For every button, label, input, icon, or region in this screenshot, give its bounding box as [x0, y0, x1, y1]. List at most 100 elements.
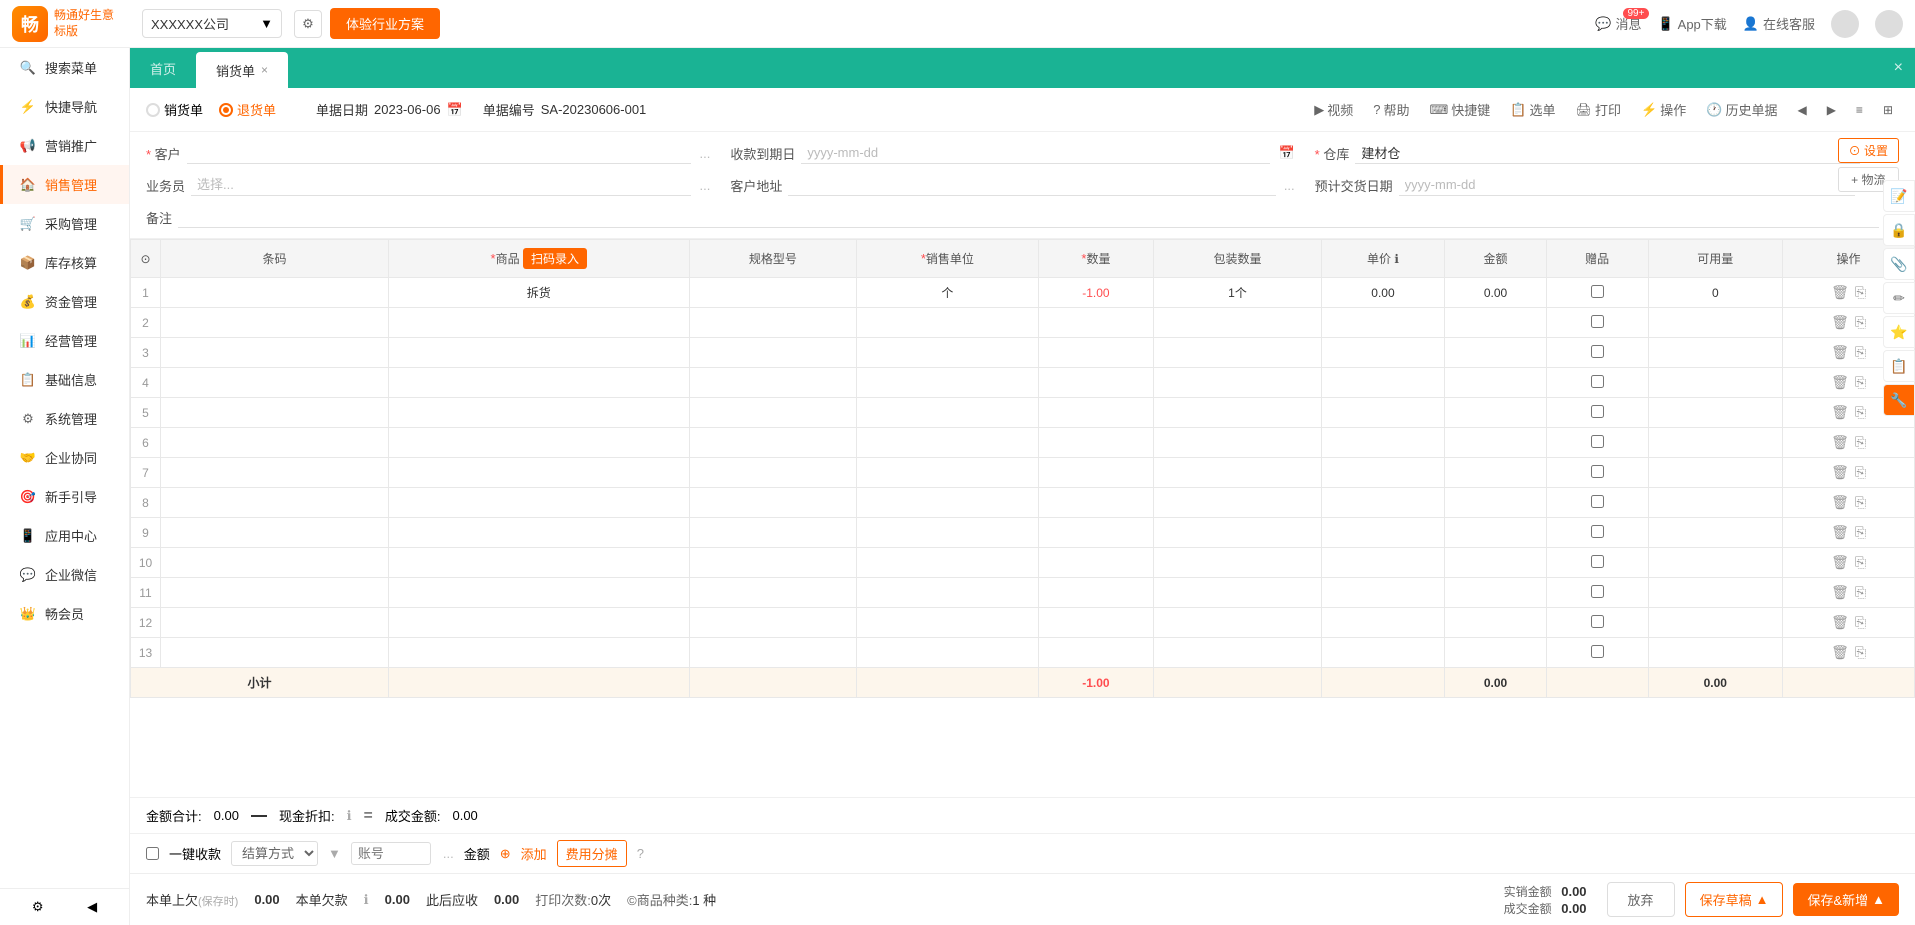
row-unit-price[interactable] [1321, 308, 1444, 338]
toolbar-history[interactable]: 🕐 历史单据 [1700, 98, 1783, 121]
toolbar-shortcut[interactable]: ⌨ 快捷键 [1424, 98, 1497, 121]
row-product[interactable] [388, 518, 689, 548]
row-gift[interactable] [1546, 488, 1648, 518]
row-spec[interactable] [689, 368, 857, 398]
row-copy-icon[interactable]: ⎘ [1855, 464, 1866, 481]
row-quantity[interactable] [1038, 608, 1154, 638]
row-barcode[interactable] [161, 368, 389, 398]
row-product[interactable] [388, 578, 689, 608]
sidebar-item-marketing[interactable]: 📢 营销推广 [0, 126, 129, 165]
sidebar-item-quicknav[interactable]: ⚡ 快捷导航 [0, 87, 129, 126]
row-spec[interactable] [689, 638, 857, 668]
row-product[interactable] [388, 368, 689, 398]
row-gift[interactable] [1546, 428, 1648, 458]
radio-sales[interactable]: 销货单 [146, 100, 203, 119]
row-delete-icon[interactable]: 🗑 [1831, 584, 1849, 601]
row-unit[interactable] [857, 458, 1039, 488]
row-unit-price[interactable] [1321, 368, 1444, 398]
th-settings[interactable]: ⊙ [131, 240, 161, 278]
row-gift[interactable] [1546, 518, 1648, 548]
avatar[interactable] [1831, 10, 1859, 38]
row-amount[interactable] [1445, 428, 1547, 458]
row-spec[interactable] [689, 398, 857, 428]
row-spec[interactable] [689, 578, 857, 608]
sidebar-item-system[interactable]: ⚙ 系统管理 [0, 399, 129, 438]
payment-due-calendar-icon[interactable]: 📅 [1278, 145, 1294, 161]
row-spec[interactable] [689, 458, 857, 488]
row-pkg-qty[interactable] [1154, 308, 1322, 338]
abandon-button[interactable]: 放弃 [1607, 882, 1675, 917]
row-gift[interactable] [1546, 398, 1648, 428]
row-amount[interactable] [1445, 578, 1547, 608]
row-gift[interactable] [1546, 308, 1648, 338]
tab-sales-order[interactable]: 销货单 × [196, 52, 288, 88]
row-unit[interactable] [857, 638, 1039, 668]
row-delete-icon[interactable]: 🗑 [1831, 524, 1849, 541]
add-label[interactable]: 添加 [521, 844, 547, 863]
trial-button[interactable]: 体验行业方案 [330, 8, 440, 39]
row-product[interactable] [388, 428, 689, 458]
sidebar-settings-icon[interactable]: ⚙ [32, 899, 44, 915]
row-spec[interactable] [689, 338, 857, 368]
row-product[interactable] [388, 608, 689, 638]
row-pkg-qty[interactable] [1154, 368, 1322, 398]
warehouse-input[interactable] [1355, 142, 1860, 164]
remarks-input[interactable] [178, 206, 1879, 228]
row-unit[interactable] [857, 608, 1039, 638]
calendar-icon[interactable]: 📅 [447, 102, 463, 118]
row-copy-icon[interactable]: ⎘ [1855, 524, 1866, 541]
expense-button[interactable]: 费用分摊 [557, 840, 627, 867]
row-unit-price[interactable] [1321, 338, 1444, 368]
customer-addr-input[interactable] [788, 174, 1275, 196]
row-barcode[interactable] [161, 608, 389, 638]
row-barcode[interactable] [161, 458, 389, 488]
row-product[interactable] [388, 548, 689, 578]
toolbar-print[interactable]: 🖨 打印 [1570, 98, 1628, 121]
row-amount[interactable] [1445, 548, 1547, 578]
row-quantity[interactable] [1038, 578, 1154, 608]
row-copy-icon[interactable]: ⎘ [1855, 584, 1866, 601]
toolbar-next[interactable]: ▶ [1821, 101, 1842, 119]
row-copy-icon[interactable]: ⎘ [1855, 344, 1866, 361]
row-quantity[interactable] [1038, 548, 1154, 578]
row-quantity[interactable]: -1.00 [1038, 278, 1154, 308]
row-unit[interactable]: 个 [857, 278, 1039, 308]
row-delete-icon[interactable]: 🗑 [1831, 554, 1849, 571]
row-amount[interactable] [1445, 638, 1547, 668]
row-pkg-qty[interactable] [1154, 578, 1322, 608]
float-btn-clipboard[interactable]: 📋 [1883, 350, 1915, 382]
row-barcode[interactable] [161, 278, 389, 308]
row-spec[interactable] [689, 488, 857, 518]
row-product[interactable] [388, 488, 689, 518]
sidebar-item-member[interactable]: 👑 畅会员 [0, 594, 129, 633]
row-barcode[interactable] [161, 578, 389, 608]
row-unit-price[interactable] [1321, 608, 1444, 638]
row-pkg-qty[interactable] [1154, 458, 1322, 488]
row-quantity[interactable] [1038, 428, 1154, 458]
row-unit[interactable] [857, 578, 1039, 608]
row-quantity[interactable] [1038, 458, 1154, 488]
row-amount[interactable] [1445, 338, 1547, 368]
toolbar-prev[interactable]: ◀ [1791, 101, 1812, 119]
row-gift[interactable] [1546, 638, 1648, 668]
row-barcode[interactable] [161, 548, 389, 578]
sidebar-item-enterprise[interactable]: 🤝 企业协同 [0, 438, 129, 477]
row-unit-price[interactable] [1321, 518, 1444, 548]
row-pkg-qty[interactable] [1154, 338, 1322, 368]
row-product[interactable] [388, 458, 689, 488]
row-gift[interactable] [1546, 368, 1648, 398]
row-product[interactable]: 拆货 [388, 278, 689, 308]
online-service-btn[interactable]: 👤 在线客服 [1743, 14, 1815, 33]
row-unit[interactable] [857, 338, 1039, 368]
row-quantity[interactable] [1038, 488, 1154, 518]
row-delete-icon[interactable]: 🗑 [1831, 284, 1849, 301]
row-barcode[interactable] [161, 488, 389, 518]
one-click-payment-checkbox[interactable] [146, 847, 159, 860]
add-icon[interactable]: ⊕ [500, 846, 511, 862]
customer-addr-ellipsis[interactable]: ... [1284, 178, 1295, 193]
row-gift[interactable] [1546, 338, 1648, 368]
row-gift[interactable] [1546, 548, 1648, 578]
row-product[interactable] [388, 308, 689, 338]
toolbar-grid-view[interactable]: ⊞ [1877, 101, 1899, 119]
row-unit[interactable] [857, 308, 1039, 338]
